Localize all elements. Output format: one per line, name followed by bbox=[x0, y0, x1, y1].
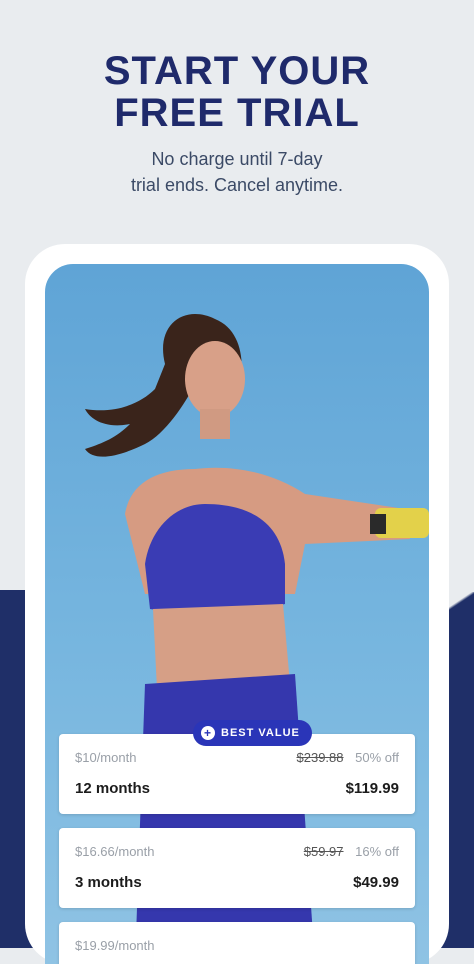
plan-discount: 16% off bbox=[355, 844, 399, 859]
plus-icon: + bbox=[201, 726, 215, 740]
phone-screen: + BEST VALUE $10/month $239.88 50% off 1… bbox=[45, 264, 429, 964]
leggings-shape bbox=[135, 674, 315, 964]
subtitle: No charge until 7-day trial ends. Cancel… bbox=[0, 146, 474, 198]
plan-price: $119.99 bbox=[345, 780, 399, 797]
plan-per-month: $10/month bbox=[75, 750, 137, 765]
plan-original-price: $59.97 bbox=[303, 844, 344, 859]
plan-per-month: $19.99/month bbox=[75, 938, 155, 953]
plan-row-meta: $19.99/month bbox=[75, 938, 399, 956]
title-line-1: START YOUR bbox=[103, 49, 371, 93]
best-value-badge: + BEST VALUE bbox=[193, 720, 312, 746]
plan-term: 3 months bbox=[75, 874, 142, 891]
plan-price: $49.99 bbox=[353, 874, 399, 891]
plan-row-main: 3 months $49.99 bbox=[75, 874, 399, 896]
plan-card-3-months[interactable]: $16.66/month $59.97 16% off 3 months $49… bbox=[59, 828, 415, 908]
title-line-2: FREE TRIAL bbox=[114, 91, 360, 135]
plan-discount-group: $239.88 50% off bbox=[297, 750, 399, 765]
subtitle-line-2: trial ends. Cancel anytime. bbox=[130, 175, 344, 195]
page-title: START YOUR FREE TRIAL bbox=[0, 50, 474, 134]
neck-shape bbox=[200, 409, 230, 439]
plan-term: 12 months bbox=[75, 780, 151, 797]
subtitle-line-1: No charge until 7-day bbox=[151, 149, 323, 169]
plan-discount: 50% off bbox=[355, 750, 399, 765]
plan-row-meta: $10/month $239.88 50% off bbox=[75, 750, 399, 768]
phone-frame: + BEST VALUE $10/month $239.88 50% off 1… bbox=[25, 244, 449, 964]
plan-card-12-months[interactable]: + BEST VALUE $10/month $239.88 50% off 1… bbox=[59, 720, 415, 814]
plan-row-main: 12 months $119.99 bbox=[75, 780, 399, 802]
weight-handle bbox=[370, 514, 386, 534]
plan-original-price: $239.88 bbox=[296, 750, 344, 765]
plan-row-meta: $16.66/month $59.97 16% off bbox=[75, 844, 399, 862]
plan-per-month: $16.66/month bbox=[75, 844, 155, 859]
badge-label: BEST VALUE bbox=[221, 727, 300, 739]
face-shape bbox=[185, 341, 245, 417]
plan-discount-group: $59.97 16% off bbox=[304, 844, 399, 859]
plan-card-monthly[interactable]: $19.99/month bbox=[59, 922, 415, 964]
